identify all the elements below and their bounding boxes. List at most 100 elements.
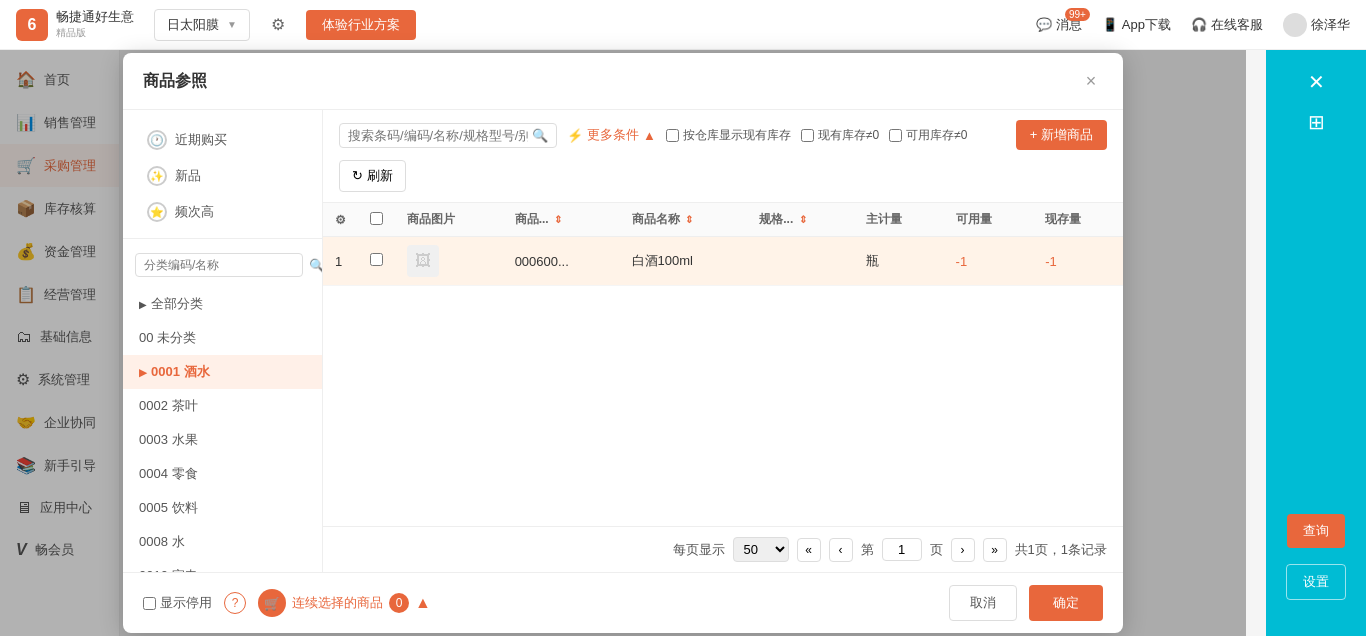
quick-item-recent[interactable]: 🕐 近期购买: [135, 122, 310, 158]
checkbox-show-stock-label: 按仓库显示现有库存: [683, 127, 791, 144]
quick-item-new[interactable]: ✨ 新品: [135, 158, 310, 194]
category-0010[interactable]: 0010 家电: [123, 559, 322, 572]
avatar: [1283, 13, 1307, 37]
all-arrow-icon: ▶: [139, 299, 147, 310]
page-size-select[interactable]: 50 10 20 100: [733, 537, 789, 562]
checkbox-stock-not-zero-input[interactable]: [801, 129, 814, 142]
app-icon: 📱: [1102, 17, 1118, 32]
quick-item-frequent[interactable]: ⭐ 频次高: [135, 194, 310, 230]
product-image: 🖼: [407, 245, 439, 277]
next-page-button[interactable]: ›: [951, 538, 975, 562]
new-icon: ✨: [147, 166, 167, 186]
confirm-button[interactable]: 确定: [1029, 585, 1103, 621]
nav-selector[interactable]: 日太阳膜 ▼: [154, 9, 250, 41]
teal-panel: ✕ ⊞ 查询 设置: [1266, 50, 1366, 636]
category-search-input[interactable]: [135, 253, 303, 277]
help-button[interactable]: ?: [224, 592, 246, 614]
col-unit[interactable]: 主计量: [854, 203, 944, 237]
cart-count: 0: [389, 593, 409, 613]
category-0003[interactable]: 0003 水果: [123, 423, 322, 457]
user-item[interactable]: 徐泽华: [1283, 13, 1350, 37]
category-search-icon[interactable]: 🔍: [309, 258, 323, 273]
logo-sub: 精品版: [56, 26, 134, 40]
category-0005[interactable]: 0005 饮料: [123, 491, 322, 525]
show-disabled-checkbox[interactable]: 显示停用: [143, 594, 212, 612]
col-code[interactable]: 商品... ⇕: [503, 203, 620, 237]
cell-spec: [747, 237, 854, 286]
first-page-button[interactable]: «: [797, 538, 821, 562]
cat-0001-arrow-icon: ▶: [139, 367, 147, 378]
col-settings: ⚙: [323, 203, 358, 237]
category-all[interactable]: ▶ 全部分类: [123, 287, 322, 321]
teal-close-icon[interactable]: ✕: [1308, 70, 1325, 94]
col-image-label: 商品图片: [407, 212, 455, 226]
dialog-close-button[interactable]: ×: [1079, 69, 1103, 93]
col-name-sort-icon: ⇕: [685, 214, 693, 225]
checkbox-available-not-zero[interactable]: 可用库存≠0: [889, 127, 967, 144]
col-available-label: 可用量: [956, 212, 992, 226]
prev-page-button[interactable]: ‹: [829, 538, 853, 562]
category-0008[interactable]: 0008 水: [123, 525, 322, 559]
more-filter-button[interactable]: ⚡ 更多条件 ▲: [567, 126, 656, 144]
nav-selector-arrow: ▼: [227, 19, 237, 30]
col-spec-sort-icon: ⇕: [799, 214, 807, 225]
category-00[interactable]: 00 未分类: [123, 321, 322, 355]
category-all-label: 全部分类: [151, 295, 203, 313]
page-number-input[interactable]: [882, 538, 922, 561]
col-stock[interactable]: 现存量: [1033, 203, 1123, 237]
show-disabled-input[interactable]: [143, 597, 156, 610]
col-name[interactable]: 商品名称 ⇕: [620, 203, 748, 237]
table-row[interactable]: 1 🖼 000600... 白酒100ml 瓶: [323, 237, 1123, 286]
gear-btn[interactable]: ⚙: [262, 9, 294, 41]
message-icon: 💬: [1036, 17, 1052, 32]
product-search-box: 🔍: [339, 123, 557, 148]
query-button[interactable]: 查询: [1287, 514, 1345, 548]
cell-index: 1: [323, 237, 358, 286]
online-service-label: 在线客服: [1211, 16, 1263, 34]
product-table-area: ⚙ 商品图片 商品... ⇕: [323, 203, 1123, 526]
page-text: 第: [861, 541, 874, 559]
content-area: ✕ ⊞ 查询 设置 商品参照 ×: [120, 50, 1366, 636]
category-list: ▶ 全部分类 00 未分类 ▶ 0001 酒水 0002 茶: [123, 283, 322, 572]
dialog-overlay: 商品参照 × 🕐 近期购买 ✨: [0, 50, 1246, 636]
cat-0002-label: 0002 茶叶: [139, 397, 198, 415]
category-0004[interactable]: 0004 零食: [123, 457, 322, 491]
col-stock-label: 现存量: [1045, 212, 1081, 226]
filter-icon: ⚡: [567, 128, 583, 143]
cat-0004-label: 0004 零食: [139, 465, 198, 483]
last-page-button[interactable]: »: [983, 538, 1007, 562]
cell-code: 000600...: [503, 237, 620, 286]
logo-text: 畅捷通好生意: [56, 9, 134, 26]
message-item[interactable]: 💬 消息 99+: [1036, 16, 1082, 34]
category-0002[interactable]: 0002 茶叶: [123, 389, 322, 423]
cart-area: 🛒 连续选择的商品 0 ▲: [258, 589, 431, 617]
product-search-input[interactable]: [348, 128, 528, 143]
col-spec[interactable]: 规格... ⇕: [747, 203, 854, 237]
settings-button[interactable]: 设置: [1286, 564, 1346, 600]
refresh-button[interactable]: ↻ 刷新: [339, 160, 406, 192]
frequent-icon: ⭐: [147, 202, 167, 222]
row-checkbox[interactable]: [370, 253, 383, 266]
teal-expand-icon[interactable]: ⊞: [1308, 110, 1325, 134]
cancel-button[interactable]: 取消: [949, 585, 1017, 621]
dialog-right-panel: 🔍 ⚡ 更多条件 ▲ 按仓库显示现有库存: [323, 110, 1123, 572]
trial-button[interactable]: 体验行业方案: [306, 10, 416, 40]
col-available[interactable]: 可用量: [944, 203, 1034, 237]
col-image[interactable]: 商品图片: [395, 203, 503, 237]
category-0001[interactable]: ▶ 0001 酒水: [123, 355, 322, 389]
checkbox-available-not-zero-input[interactable]: [889, 129, 902, 142]
checkbox-show-stock-input[interactable]: [666, 129, 679, 142]
checkbox-available-not-zero-label: 可用库存≠0: [906, 127, 967, 144]
checkbox-stock-not-zero[interactable]: 现有库存≠0: [801, 127, 879, 144]
checkbox-show-stock[interactable]: 按仓库显示现有库存: [666, 127, 791, 144]
col-name-label: 商品名称: [632, 212, 680, 226]
dialog-title: 商品参照: [143, 71, 207, 92]
app-download-item[interactable]: 📱 App下载: [1102, 16, 1171, 34]
product-search-icon[interactable]: 🔍: [532, 128, 548, 143]
cell-checkbox[interactable]: [358, 237, 395, 286]
checkbox-stock-not-zero-label: 现有库存≠0: [818, 127, 879, 144]
collapse-cart-button[interactable]: ▲: [415, 594, 431, 612]
select-all-checkbox[interactable]: [370, 212, 383, 225]
add-product-button[interactable]: + 新增商品: [1016, 120, 1107, 150]
online-service-item[interactable]: 🎧 在线客服: [1191, 16, 1263, 34]
